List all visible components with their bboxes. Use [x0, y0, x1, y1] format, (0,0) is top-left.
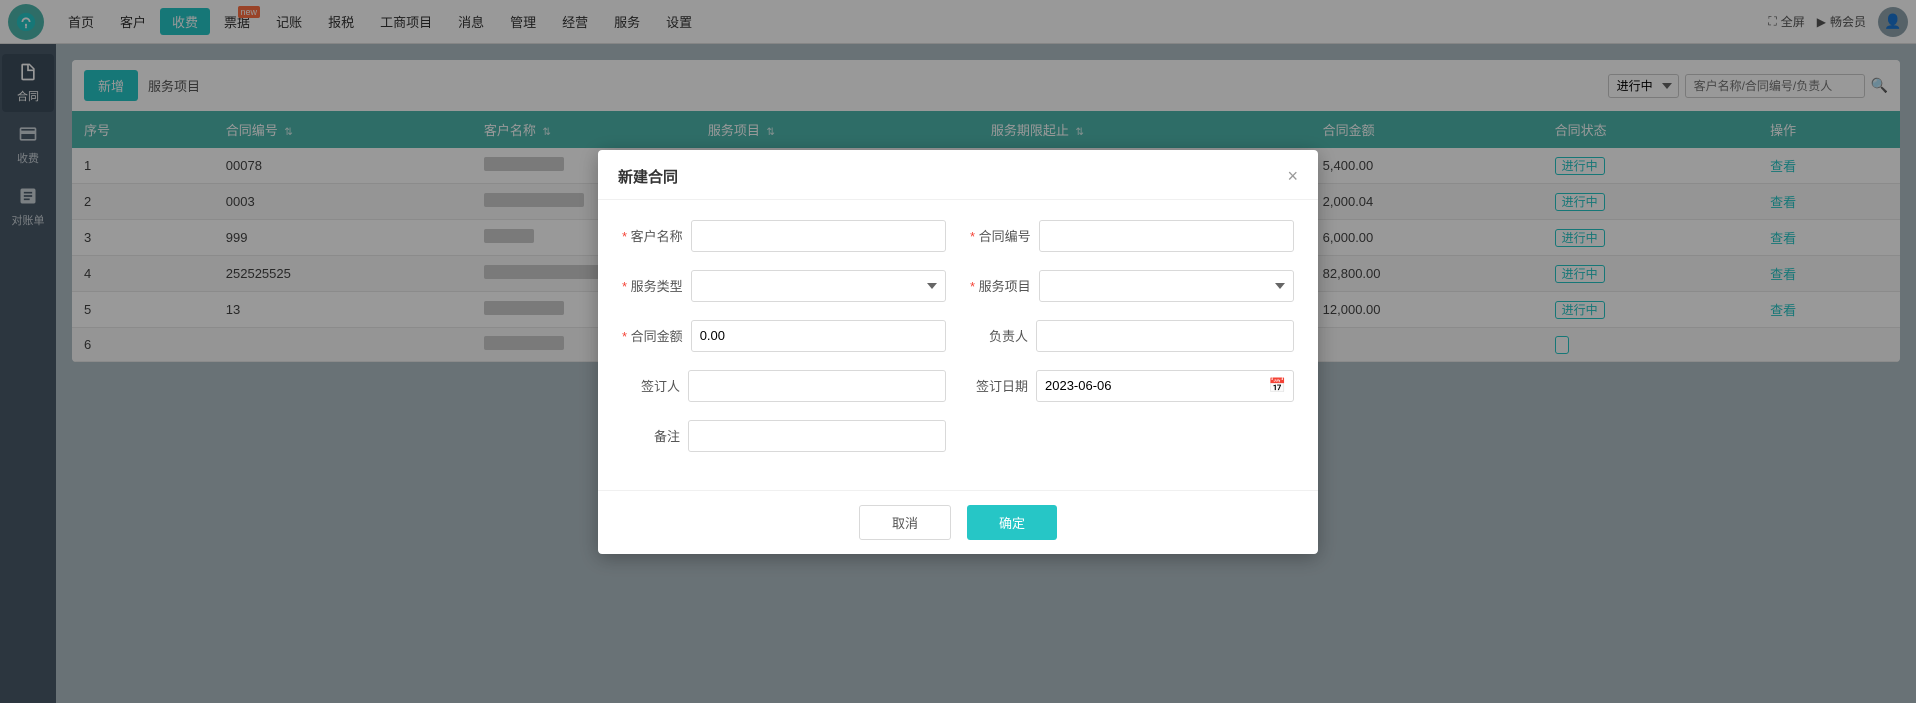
form-row-4: 签订人 签订日期 📅 [622, 370, 1294, 402]
form-row-1: 客户名称 合同编号 [622, 220, 1294, 252]
amount-label: 合同金额 [622, 326, 683, 345]
confirm-button[interactable]: 确定 [967, 505, 1057, 540]
form-row-3: 合同金额 负责人 [622, 320, 1294, 352]
service-item-select-wrap [1039, 270, 1294, 302]
form-field-service-type: 服务类型 [622, 270, 946, 302]
form-field-sign-date: 签订日期 📅 [970, 370, 1294, 402]
responsible-input[interactable] [1036, 320, 1294, 352]
signer-input[interactable] [688, 370, 946, 402]
service-type-label: 服务类型 [622, 276, 683, 295]
modal-body: 客户名称 合同编号 服务类型 [598, 200, 1318, 490]
main-layout: 合同 收费 对账单 新增 服务项目 进行中 已完成 [0, 44, 1916, 703]
service-type-select[interactable] [691, 270, 946, 302]
form-field-customer: 客户名称 [622, 220, 946, 252]
amount-input[interactable] [691, 320, 946, 352]
form-field-contract-no: 合同编号 [970, 220, 1294, 252]
note-label: 备注 [622, 426, 680, 445]
modal-close-button[interactable]: × [1287, 167, 1298, 185]
note-input[interactable] [688, 420, 946, 452]
responsible-label: 负责人 [970, 326, 1028, 345]
signer-label: 签订人 [622, 376, 680, 395]
cancel-button[interactable]: 取消 [859, 505, 951, 540]
form-row-5: 备注 [622, 420, 1294, 452]
modal-title: 新建合同 [618, 166, 678, 187]
modal-dialog: 新建合同 × 客户名称 合同编号 [598, 150, 1318, 554]
customer-name-input[interactable] [691, 220, 946, 252]
form-field-signer: 签订人 [622, 370, 946, 402]
customer-name-label: 客户名称 [622, 226, 683, 245]
form-field-responsible: 负责人 [970, 320, 1294, 352]
sign-date-label: 签订日期 [970, 376, 1028, 395]
service-item-select[interactable] [1039, 270, 1294, 302]
sign-date-input[interactable] [1036, 370, 1294, 402]
modal-footer: 取消 确定 [598, 490, 1318, 554]
contract-no-label: 合同编号 [970, 226, 1031, 245]
form-field-amount: 合同金额 [622, 320, 946, 352]
date-input-wrap: 📅 [1036, 370, 1294, 402]
modal-header: 新建合同 × [598, 150, 1318, 200]
form-field-service-item: 服务项目 [970, 270, 1294, 302]
service-type-select-wrap [691, 270, 946, 302]
contract-no-input[interactable] [1039, 220, 1294, 252]
form-row-2: 服务类型 服务项目 [622, 270, 1294, 302]
content-area: 新增 服务项目 进行中 已完成 已终止 🔍 序号 [56, 44, 1916, 703]
service-item-label: 服务项目 [970, 276, 1031, 295]
modal-overlay: 新建合同 × 客户名称 合同编号 [56, 44, 1916, 703]
form-field-note: 备注 [622, 420, 946, 452]
